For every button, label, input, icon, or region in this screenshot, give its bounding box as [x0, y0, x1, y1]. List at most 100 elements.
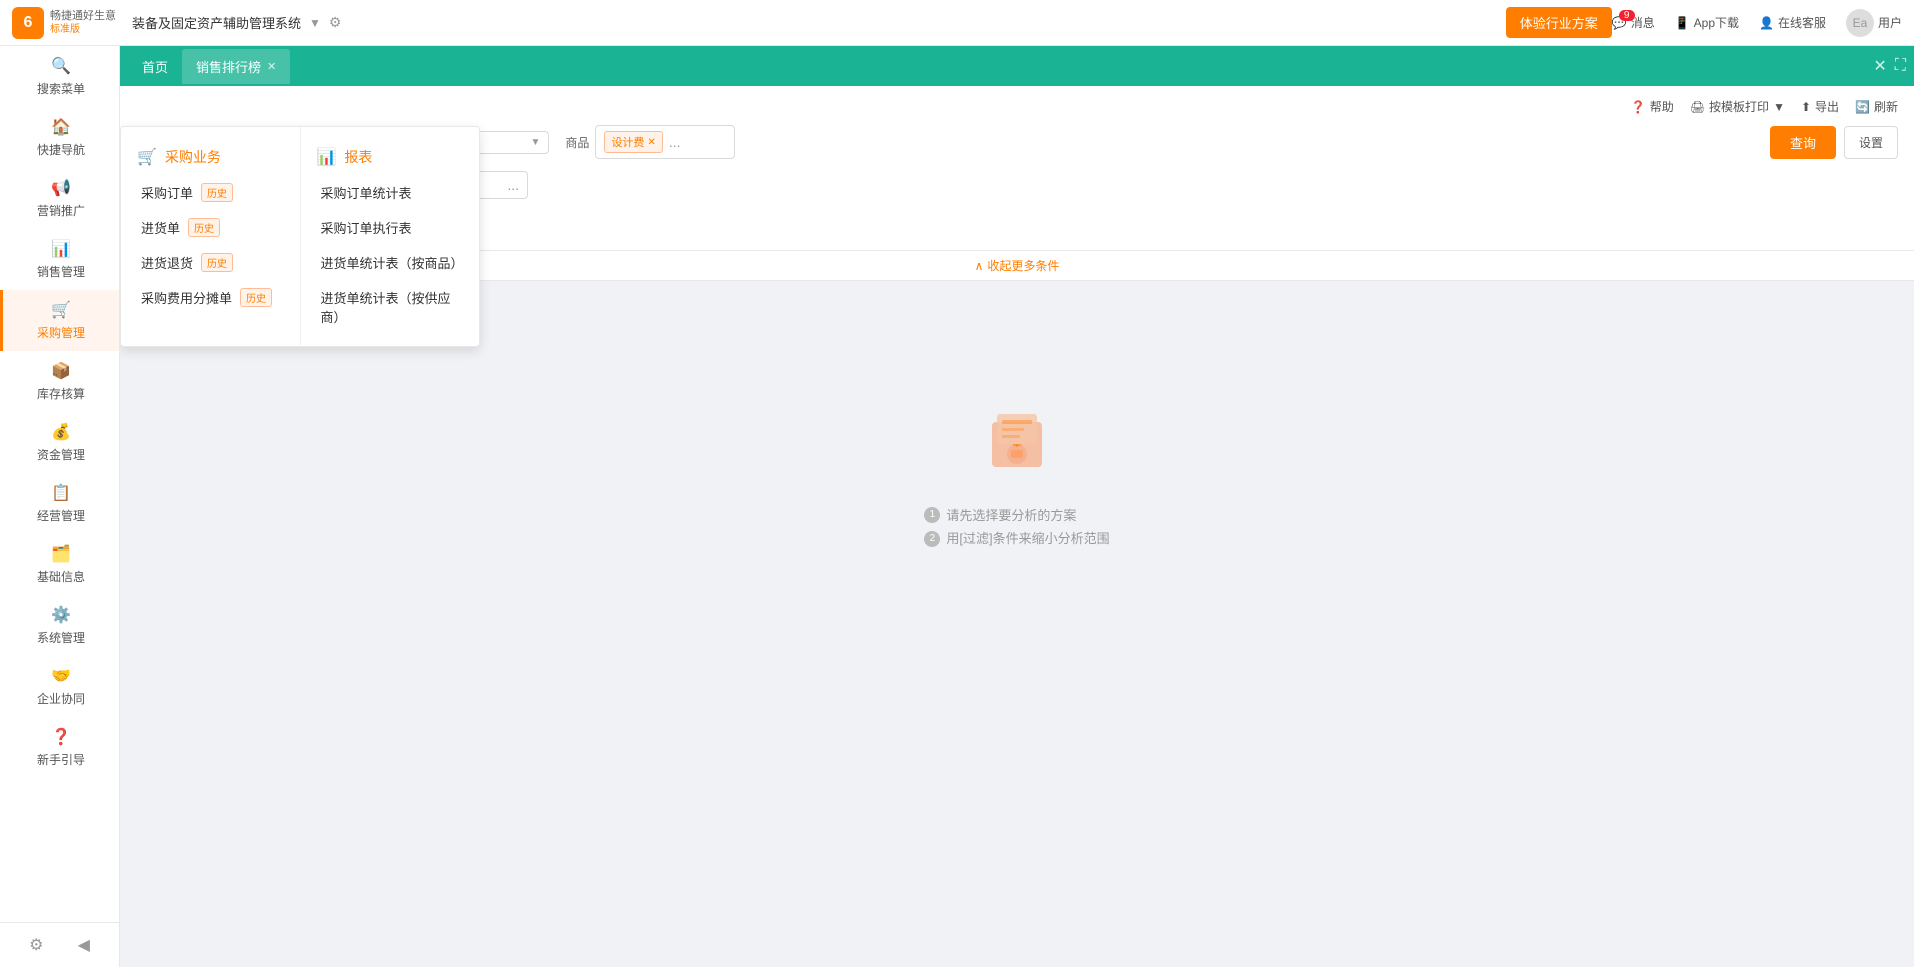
salesman-dots-icon[interactable]: ...	[507, 177, 519, 193]
query-button[interactable]: 查询	[1770, 126, 1836, 159]
dropdown-item-purchase-order[interactable]: 采购订单 历史	[121, 175, 300, 210]
report-menu-icon: 📊	[317, 147, 337, 167]
empty-tips: 1 请先选择要分析的方案 2 用[过滤]条件来缩小分析范围	[924, 504, 1109, 551]
system-title: 装备及固定资产辅助管理系统	[132, 13, 301, 32]
tip2-num: 2	[924, 531, 940, 547]
goods-select[interactable]: 设计费 ✕ ...	[595, 125, 735, 159]
operations-icon: 📋	[51, 483, 71, 503]
goods-dots-icon[interactable]: ...	[669, 134, 681, 150]
purchase-menu-icon: 🛒	[137, 147, 157, 167]
goods-tag-close-icon[interactable]: ✕	[647, 137, 655, 148]
dropdown-item-expense[interactable]: 采购费用分摊单 历史	[121, 280, 300, 315]
dropdown-item-stock-return[interactable]: 进货退货 历史	[121, 245, 300, 280]
sidebar-item-operations[interactable]: 📋 经营管理	[0, 473, 119, 534]
service-icon: 👤	[1759, 16, 1774, 30]
export-icon: ⬆	[1801, 100, 1811, 114]
refresh-button[interactable]: 🔄 刷新	[1855, 98, 1898, 115]
goods-label: 商品	[565, 134, 589, 151]
sidebar-item-sales[interactable]: 📊 销售管理	[0, 229, 119, 290]
system-title-area: 装备及固定资产辅助管理系统 ▼ ⚙	[132, 13, 1506, 32]
industry-button[interactable]: 体验行业方案	[1506, 7, 1612, 38]
app-download-action[interactable]: 📱 App下载	[1675, 14, 1739, 31]
cooperation-icon: 🤝	[51, 666, 71, 686]
sidebar: 🔍 搜索菜单 🏠 快捷导航 📢 营销推广 📊 销售管理 🛒 采购管理 📦 库存核…	[0, 46, 120, 967]
print-button[interactable]: 🖨 按模板打印 ▼	[1690, 98, 1785, 115]
collapse-button[interactable]: ∧ 收起更多条件	[975, 257, 1060, 274]
home-icon: 🏠	[51, 117, 71, 137]
sidebar-item-search[interactable]: 🔍 搜索菜单	[0, 46, 119, 107]
dropdown-item-stock-stat-supplier[interactable]: 进货单统计表（按供应商）	[301, 280, 480, 334]
history-tag-2: 历史	[201, 253, 233, 272]
query-buttons: 查询 设置	[1770, 126, 1898, 159]
message-badge: 9	[1619, 10, 1635, 21]
logo-area: 6 畅捷通好生意 标准版	[12, 7, 132, 39]
tip1-num: 1	[924, 507, 940, 523]
tab-home[interactable]: 首页	[128, 49, 182, 84]
sidebar-item-purchase[interactable]: 🛒 采购管理	[0, 290, 119, 351]
sidebar-item-basic-info[interactable]: 🗂️ 基础信息	[0, 534, 119, 595]
online-service-action[interactable]: 👤 在线客服	[1759, 14, 1826, 31]
dropdown-report-col: 📊 报表 采购订单统计表 采购订单执行表 进货单统计表（按商品） 进货单统计表（…	[301, 127, 480, 346]
tab-sales-rank[interactable]: 销售排行榜 ✕	[182, 49, 290, 84]
phone-icon: 📱	[1675, 16, 1690, 30]
help-button[interactable]: ❓ 帮助	[1631, 98, 1674, 115]
marketing-icon: 📢	[51, 178, 71, 198]
history-tag-0: 历史	[201, 183, 233, 202]
dropdown-item-stock-in[interactable]: 进货单 历史	[121, 210, 300, 245]
dropdown-item-stock-stat-goods[interactable]: 进货单统计表（按商品）	[301, 245, 480, 280]
guide-icon: ❓	[51, 727, 71, 747]
tab-close-icon[interactable]: ✕	[267, 60, 276, 73]
finance-icon: 💰	[51, 422, 71, 442]
content-area: 首页 销售排行榜 ✕ ✕ ⛶ ❓ 帮助	[120, 46, 1914, 967]
inventory-icon: 📦	[51, 361, 71, 381]
empty-illustration	[967, 392, 1067, 492]
goods-filter: 商品 设计费 ✕ ...	[565, 125, 735, 159]
dropdown-arrow-icon[interactable]: ▼	[309, 16, 321, 30]
gear-icon[interactable]: ⚙	[329, 14, 342, 31]
dropdown-report-header: 📊 报表	[301, 139, 480, 175]
settings-bottom-icon[interactable]: ⚙	[29, 935, 43, 955]
sidebar-item-finance[interactable]: 💰 资金管理	[0, 412, 119, 473]
search-icon: 🔍	[51, 56, 71, 76]
user-action[interactable]: Ea 用户	[1846, 9, 1902, 37]
message-icon: 💬 9	[1612, 16, 1627, 30]
goods-tag: 设计费 ✕	[604, 131, 662, 153]
doc-status-chevron-icon: ▼	[531, 137, 541, 148]
dropdown-purchase-header: 🛒 采购业务	[121, 139, 300, 175]
toolbar-row: ❓ 帮助 🖨 按模板打印 ▼ ⬆ 导出 🔄	[136, 98, 1898, 115]
sidebar-item-quick-nav[interactable]: 🏠 快捷导航	[0, 107, 119, 168]
message-action[interactable]: 💬 9 消息	[1612, 14, 1655, 31]
system-icon: ⚙️	[51, 605, 71, 625]
sidebar-item-marketing[interactable]: 📢 营销推广	[0, 168, 119, 229]
history-tag-3: 历史	[240, 288, 272, 307]
sidebar-item-cooperation[interactable]: 🤝 企业协同	[0, 656, 119, 717]
main-layout: 🔍 搜索菜单 🏠 快捷导航 📢 营销推广 📊 销售管理 🛒 采购管理 📦 库存核…	[0, 46, 1914, 967]
dropdown-item-order-exec[interactable]: 采购订单执行表	[301, 210, 480, 245]
export-button[interactable]: ⬆ 导出	[1801, 98, 1839, 115]
collapse-sidebar-icon[interactable]: ◀	[78, 935, 90, 955]
logo-icon: 6	[12, 7, 44, 39]
basic-info-icon: 🗂️	[51, 544, 71, 564]
purchase-icon: 🛒	[51, 300, 71, 320]
sidebar-item-guide[interactable]: ❓ 新手引导	[0, 717, 119, 778]
sales-icon: 📊	[51, 239, 71, 259]
top-header: 6 畅捷通好生意 标准版 装备及固定资产辅助管理系统 ▼ ⚙ 体验行业方案 💬 …	[0, 0, 1914, 46]
dropdown-menu: 🛒 采购业务 采购订单 历史 进货单 历史 进货退货 历史	[120, 126, 480, 347]
help-icon: ❓	[1631, 100, 1646, 114]
dropdown-purchase-col: 🛒 采购业务 采购订单 历史 进货单 历史 进货退货 历史	[121, 127, 301, 346]
page-content: ❓ 帮助 🖨 按模板打印 ▼ ⬆ 导出 🔄	[120, 86, 1914, 967]
print-arrow-icon: ▼	[1773, 100, 1785, 114]
sidebar-bottom: ⚙ ◀	[0, 922, 119, 967]
filter-actions: ❓ 帮助 🖨 按模板打印 ▼ ⬆ 导出 🔄	[1631, 98, 1898, 115]
dropdown-item-order-stat[interactable]: 采购订单统计表	[301, 175, 480, 210]
sidebar-item-system[interactable]: ⚙️ 系统管理	[0, 595, 119, 656]
tab-bar: 首页 销售排行榜 ✕ ✕ ⛶	[120, 46, 1914, 86]
tab-expand-icon[interactable]: ⛶	[1895, 57, 1906, 75]
logo-text: 畅捷通好生意 标准版	[50, 9, 116, 36]
set-button[interactable]: 设置	[1844, 126, 1898, 159]
avatar: Ea	[1846, 9, 1874, 37]
tab-close-all-icon[interactable]: ✕	[1873, 56, 1886, 76]
collapse-up-icon: ∧	[975, 259, 984, 273]
sidebar-item-inventory[interactable]: 📦 库存核算	[0, 351, 119, 412]
tab-bar-right: ✕ ⛶	[1873, 56, 1906, 76]
